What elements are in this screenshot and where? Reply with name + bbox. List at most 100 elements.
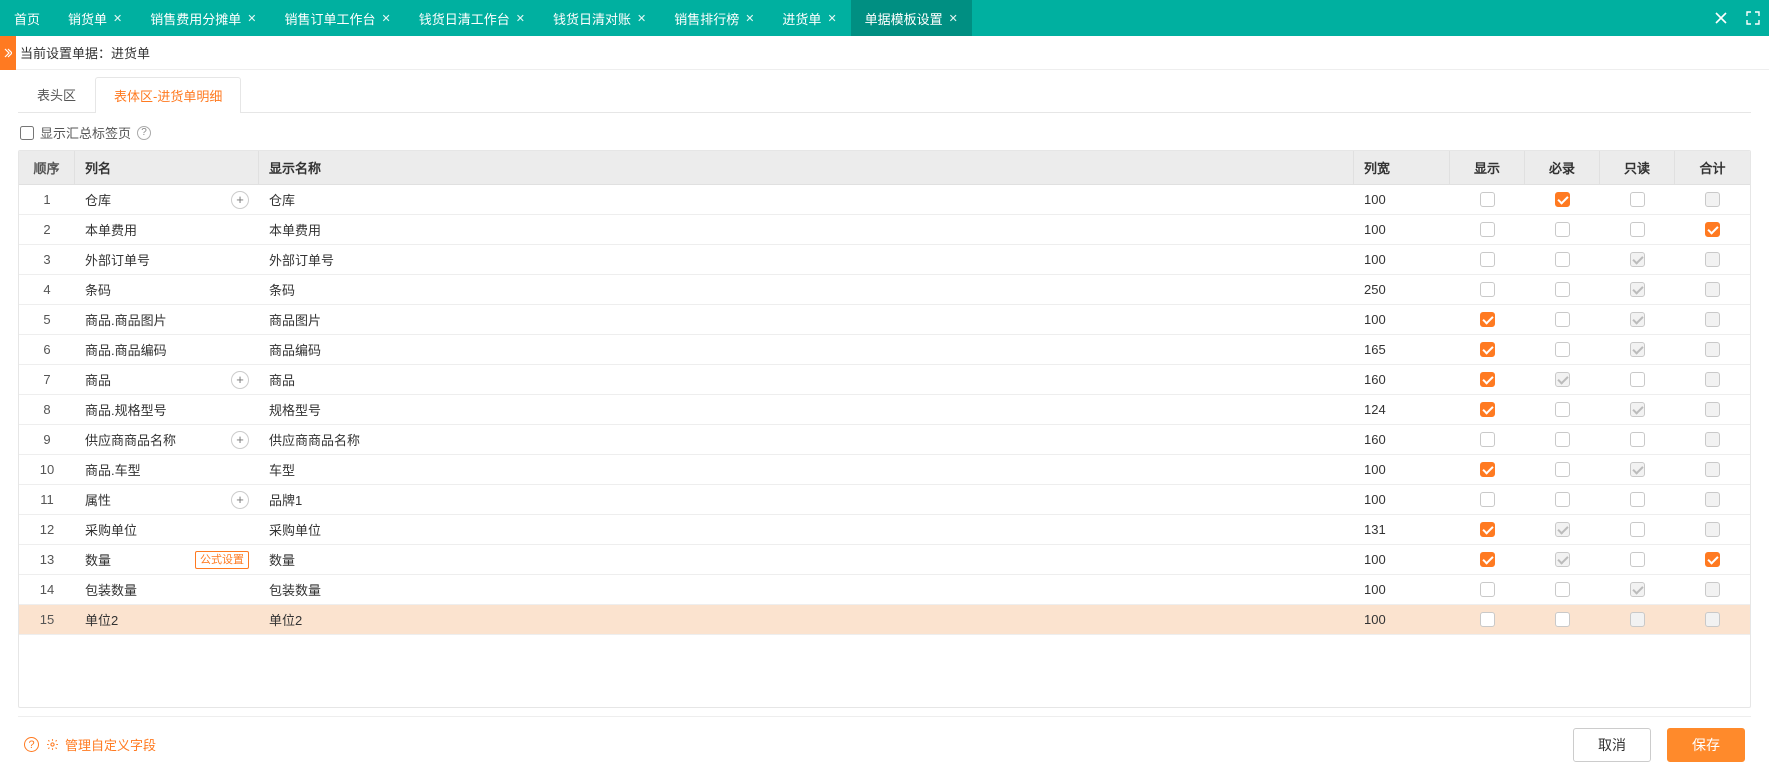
show-checkbox[interactable]: [1480, 252, 1495, 267]
close-icon[interactable]: ✕: [637, 12, 646, 25]
manage-custom-fields-link[interactable]: 管理自定义字段: [65, 735, 156, 754]
cell-display-name[interactable]: 包装数量: [259, 580, 1354, 599]
readonly-checkbox[interactable]: [1630, 192, 1645, 207]
table-row[interactable]: 3外部订单号外部订单号100: [19, 245, 1750, 275]
table-row[interactable]: 15单位2单位2100: [19, 605, 1750, 635]
cell-width[interactable]: 100: [1354, 492, 1450, 507]
show-checkbox[interactable]: [1480, 342, 1495, 357]
cell-display-name[interactable]: 数量: [259, 550, 1354, 569]
cell-width[interactable]: 165: [1354, 342, 1450, 357]
close-icon[interactable]: ✕: [516, 12, 525, 25]
total-checkbox[interactable]: [1705, 222, 1720, 237]
top-tab[interactable]: 销货单✕: [54, 0, 136, 36]
table-row[interactable]: 14包装数量包装数量100: [19, 575, 1750, 605]
show-checkbox[interactable]: [1480, 522, 1495, 537]
required-checkbox[interactable]: [1555, 282, 1570, 297]
close-icon[interactable]: ✕: [113, 12, 122, 25]
required-checkbox[interactable]: [1555, 192, 1570, 207]
table-row[interactable]: 2本单费用本单费用100: [19, 215, 1750, 245]
cell-display-name[interactable]: 车型: [259, 460, 1354, 479]
cancel-button[interactable]: 取消: [1573, 728, 1651, 762]
cell-width[interactable]: 250: [1354, 282, 1450, 297]
cell-display-name[interactable]: 外部订单号: [259, 250, 1354, 269]
top-tab[interactable]: 销售排行榜✕: [660, 0, 768, 36]
show-checkbox[interactable]: [1480, 432, 1495, 447]
show-checkbox[interactable]: [1480, 402, 1495, 417]
table-row[interactable]: 13数量公式设置数量100: [19, 545, 1750, 575]
required-checkbox[interactable]: [1555, 462, 1570, 477]
table-row[interactable]: 11属性+品牌1100: [19, 485, 1750, 515]
cell-display-name[interactable]: 品牌1: [259, 490, 1354, 509]
cell-width[interactable]: 100: [1354, 312, 1450, 327]
add-icon[interactable]: +: [231, 491, 249, 509]
inner-tab[interactable]: 表头区: [18, 76, 95, 112]
show-checkbox[interactable]: [1480, 192, 1495, 207]
top-tab[interactable]: 首页: [0, 0, 54, 36]
show-checkbox[interactable]: [1480, 552, 1495, 567]
readonly-checkbox[interactable]: [1630, 372, 1645, 387]
cell-width[interactable]: 100: [1354, 192, 1450, 207]
table-row[interactable]: 6商品.商品编码商品编码165: [19, 335, 1750, 365]
top-tab[interactable]: 钱货日清工作台✕: [405, 0, 539, 36]
readonly-checkbox[interactable]: [1630, 222, 1645, 237]
add-icon[interactable]: +: [231, 371, 249, 389]
readonly-checkbox[interactable]: [1630, 552, 1645, 567]
cell-width[interactable]: 100: [1354, 462, 1450, 477]
required-checkbox[interactable]: [1555, 402, 1570, 417]
table-row[interactable]: 1仓库+仓库100: [19, 185, 1750, 215]
fullscreen-icon[interactable]: [1737, 0, 1769, 36]
required-checkbox[interactable]: [1555, 612, 1570, 627]
show-checkbox[interactable]: [1480, 582, 1495, 597]
show-checkbox[interactable]: [1480, 372, 1495, 387]
cell-width[interactable]: 100: [1354, 582, 1450, 597]
add-icon[interactable]: +: [231, 431, 249, 449]
table-row[interactable]: 7商品+商品160: [19, 365, 1750, 395]
table-row[interactable]: 9供应商商品名称+供应商商品名称160: [19, 425, 1750, 455]
formula-tag[interactable]: 公式设置: [195, 551, 249, 569]
expand-chevron-icon[interactable]: [0, 36, 16, 70]
cell-width[interactable]: 100: [1354, 612, 1450, 627]
table-row[interactable]: 4条码条码250: [19, 275, 1750, 305]
show-checkbox[interactable]: [1480, 282, 1495, 297]
table-row[interactable]: 5商品.商品图片商品图片100: [19, 305, 1750, 335]
readonly-checkbox[interactable]: [1630, 522, 1645, 537]
cell-width[interactable]: 100: [1354, 222, 1450, 237]
add-icon[interactable]: +: [231, 191, 249, 209]
cell-display-name[interactable]: 商品: [259, 370, 1354, 389]
cell-width[interactable]: 160: [1354, 372, 1450, 387]
inner-tab[interactable]: 表体区-进货单明细: [95, 77, 241, 113]
footer-help-icon[interactable]: ?: [24, 737, 39, 752]
required-checkbox[interactable]: [1555, 222, 1570, 237]
close-tab-icon[interactable]: [1705, 0, 1737, 36]
cell-width[interactable]: 160: [1354, 432, 1450, 447]
close-icon[interactable]: ✕: [827, 12, 836, 25]
cell-display-name[interactable]: 商品图片: [259, 310, 1354, 329]
readonly-checkbox[interactable]: [1630, 432, 1645, 447]
readonly-checkbox[interactable]: [1630, 492, 1645, 507]
cell-display-name[interactable]: 本单费用: [259, 220, 1354, 239]
help-icon[interactable]: ?: [137, 126, 151, 140]
save-button[interactable]: 保存: [1667, 728, 1745, 762]
total-checkbox[interactable]: [1705, 552, 1720, 567]
cell-display-name[interactable]: 商品编码: [259, 340, 1354, 359]
top-tab[interactable]: 销售费用分摊单✕: [136, 0, 270, 36]
show-checkbox[interactable]: [1480, 312, 1495, 327]
cell-width[interactable]: 100: [1354, 252, 1450, 267]
top-tab[interactable]: 钱货日清对账✕: [539, 0, 660, 36]
cell-display-name[interactable]: 规格型号: [259, 400, 1354, 419]
table-row[interactable]: 10商品.车型车型100: [19, 455, 1750, 485]
close-icon[interactable]: ✕: [745, 12, 754, 25]
cell-display-name[interactable]: 供应商商品名称: [259, 430, 1354, 449]
close-icon[interactable]: ✕: [247, 12, 256, 25]
cell-display-name[interactable]: 条码: [259, 280, 1354, 299]
required-checkbox[interactable]: [1555, 582, 1570, 597]
top-tab[interactable]: 进货单✕: [768, 0, 850, 36]
cell-display-name[interactable]: 采购单位: [259, 520, 1354, 539]
table-row[interactable]: 12采购单位采购单位131: [19, 515, 1750, 545]
required-checkbox[interactable]: [1555, 432, 1570, 447]
show-checkbox[interactable]: [1480, 492, 1495, 507]
required-checkbox[interactable]: [1555, 492, 1570, 507]
required-checkbox[interactable]: [1555, 252, 1570, 267]
cell-width[interactable]: 131: [1354, 522, 1450, 537]
required-checkbox[interactable]: [1555, 312, 1570, 327]
